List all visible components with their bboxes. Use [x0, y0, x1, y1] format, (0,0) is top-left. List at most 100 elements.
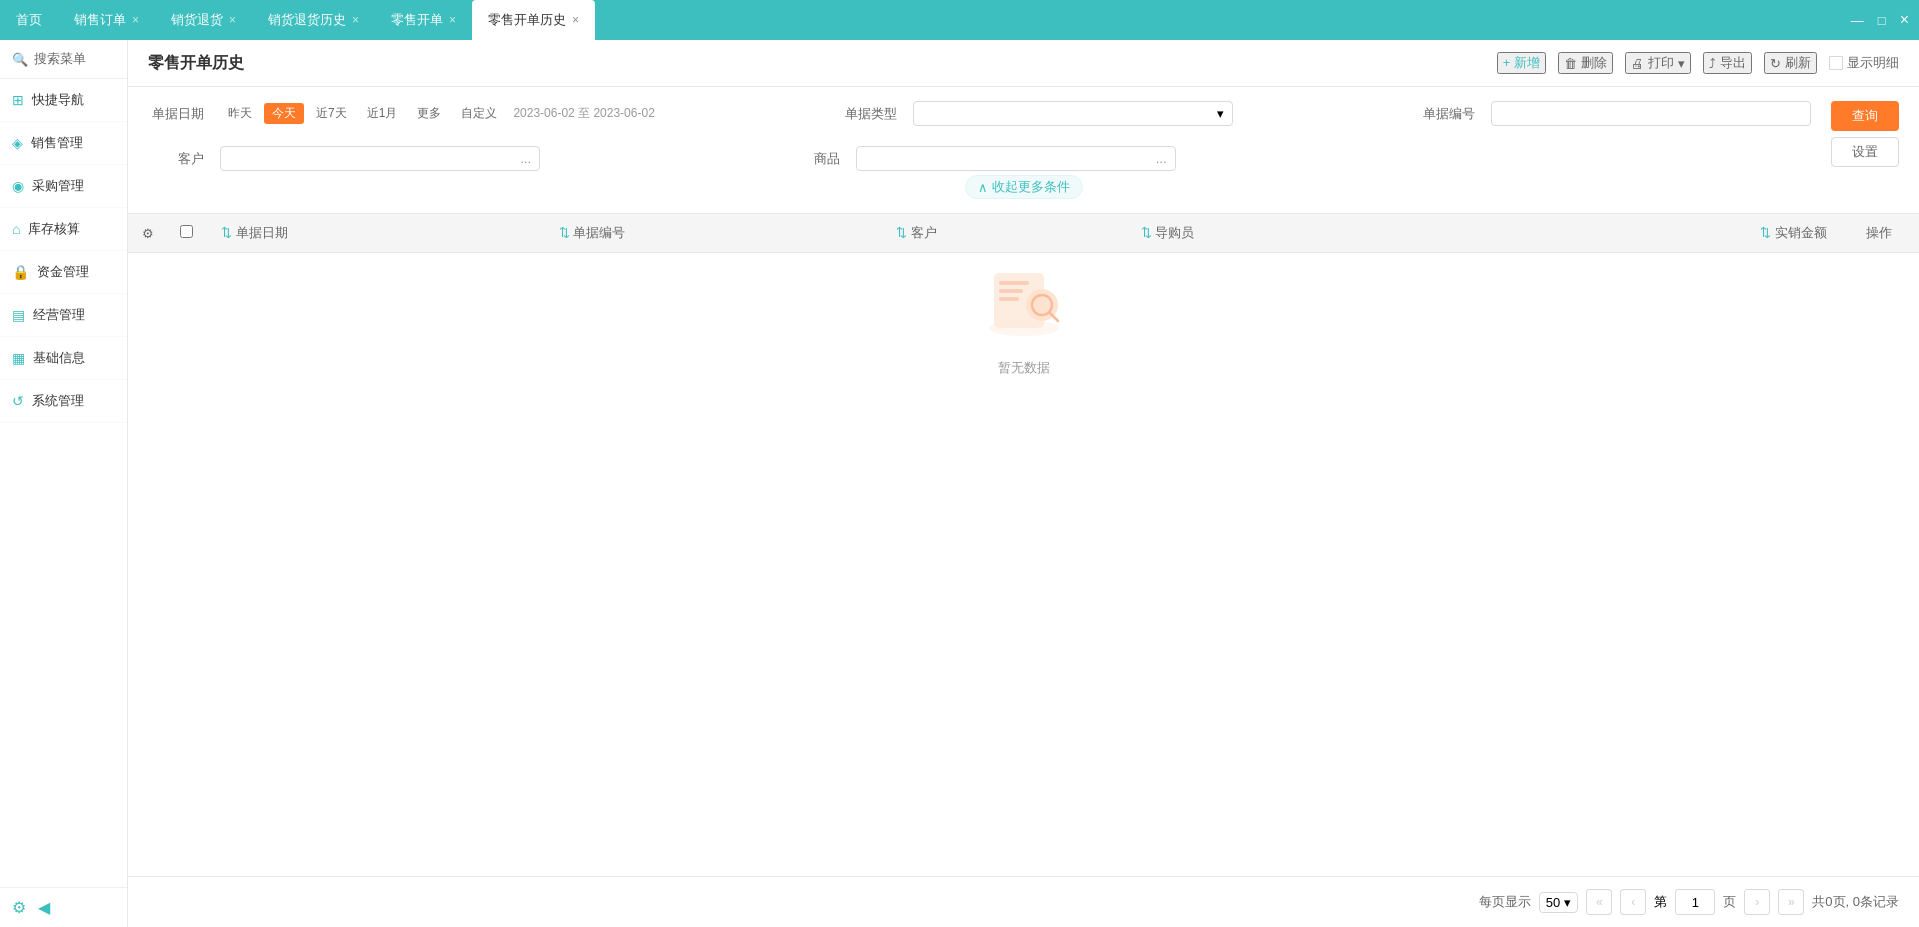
inventory-icon: ⌂: [12, 221, 20, 237]
sidebar-item-sys-mgmt[interactable]: ↺ 系统管理: [0, 380, 127, 423]
sidebar-item-inventory[interactable]: ⌂ 库存核算: [0, 208, 127, 251]
svg-rect-4: [999, 297, 1019, 301]
tab-retail-open-history[interactable]: 零售开单历史 ×: [472, 0, 595, 40]
basic-info-icon: ▦: [12, 350, 25, 366]
date-custom-btn[interactable]: 自定义: [453, 103, 505, 124]
goods-select[interactable]: ...: [856, 146, 1176, 171]
sort-amount-icon: ⇅: [1760, 225, 1771, 240]
sidebar-item-finance[interactable]: 🔒 资金管理: [0, 251, 127, 294]
tab-retail-open[interactable]: 零售开单 ×: [375, 0, 472, 40]
content-area: 零售开单历史 + 新增 🗑 🗑 删除 删除 🖨 打印 ▾ ⤴ ↑ 导: [128, 40, 1919, 927]
empty-state: 暂无数据: [128, 253, 1919, 377]
th-salesperson[interactable]: ⇅ 导购员: [1125, 214, 1416, 253]
th-spacer: [1416, 214, 1502, 253]
bill-no-label: 单据编号: [1419, 105, 1475, 123]
sys-icon: ↺: [12, 393, 24, 409]
delete-button[interactable]: 🗑 🗑 删除 删除: [1558, 52, 1613, 74]
window-controls: — □ ×: [1851, 11, 1919, 29]
select-all-checkbox[interactable]: [180, 225, 193, 238]
tab-sales-return[interactable]: 销货退货 ×: [155, 0, 252, 40]
th-no[interactable]: ⇅ 单据编号: [543, 214, 881, 253]
window-max-btn[interactable]: □: [1878, 13, 1886, 28]
export-button[interactable]: ⤴ ↑ 导出 导出: [1703, 52, 1752, 74]
quick-nav-icon: ⊞: [12, 92, 24, 108]
tab-retail-open-history-close[interactable]: ×: [572, 13, 579, 27]
page-number-input[interactable]: [1675, 889, 1715, 915]
th-amount[interactable]: ⇅ 实销金额: [1501, 214, 1839, 253]
delete-icon: 🗑: [1564, 56, 1577, 71]
tab-sales-order[interactable]: 销售订单 ×: [58, 0, 155, 40]
date-today-btn[interactable]: 今天: [264, 103, 304, 124]
refresh-button[interactable]: ↻ 刷新: [1764, 52, 1817, 74]
main-layout: 🔍 搜索菜单 ⊞ 快捷导航 ◈ 销售管理 ◉ 采购管理 ⌂ 库存核算 🔒 资金管…: [0, 40, 1919, 927]
sidebar-item-basic-info[interactable]: ▦ 基础信息: [0, 337, 127, 380]
collapse-icon: ∧: [978, 180, 988, 195]
date-range-text: 2023-06-02 至 2023-06-02: [513, 105, 654, 122]
column-settings-icon[interactable]: ⚙: [142, 226, 154, 241]
page-size-label: 每页显示: [1479, 893, 1531, 911]
display-detail-toggle[interactable]: 显示明细: [1829, 54, 1899, 72]
table-area: ⚙ ⇅ 单据日期 ⇅ 单据编号: [128, 214, 1919, 927]
tab-sales-return-history[interactable]: 销货退货历史 ×: [252, 0, 375, 40]
sidebar-search[interactable]: 🔍 搜索菜单: [0, 40, 127, 79]
tab-retail-open-close[interactable]: ×: [449, 13, 456, 27]
filter-area: 单据日期 昨天 今天 近7天 近1月 更多 自定义 2023-06-02 至 2…: [128, 87, 1919, 214]
filter-row-1: 单据日期 昨天 今天 近7天 近1月 更多 自定义 2023-06-02 至 2…: [148, 101, 1811, 126]
export-icon: ⤴: [1709, 56, 1716, 71]
prev-page-btn[interactable]: ‹: [1620, 889, 1646, 915]
table-container: ⚙ ⇅ 单据日期 ⇅ 单据编号: [128, 214, 1919, 876]
page-size-select[interactable]: 50 ▾: [1539, 892, 1578, 913]
pagination: 每页显示 50 ▾ « ‹ 第 页 › » 共0页, 0条记录: [128, 876, 1919, 927]
th-checkbox[interactable]: [168, 214, 205, 253]
sidebar-item-sales-mgmt[interactable]: ◈ 销售管理: [0, 122, 127, 165]
date-1month-btn[interactable]: 近1月: [359, 103, 406, 124]
top-tabbar: 首页 销售订单 × 销货退货 × 销货退货历史 × 零售开单 × 零售开单历史 …: [0, 0, 1919, 40]
bill-no-input[interactable]: [1491, 101, 1811, 126]
page-header: 零售开单历史 + 新增 🗑 🗑 删除 删除 🖨 打印 ▾ ⤴ ↑ 导: [128, 40, 1919, 87]
sidebar-item-purchase-mgmt[interactable]: ◉ 采购管理: [0, 165, 127, 208]
first-page-btn[interactable]: «: [1586, 889, 1612, 915]
th-settings[interactable]: ⚙: [128, 214, 168, 253]
customer-select[interactable]: ...: [220, 146, 540, 171]
bill-type-select[interactable]: ▾: [913, 101, 1233, 126]
operations-icon: ▤: [12, 307, 25, 323]
footer-gear-icon[interactable]: ⚙: [12, 898, 26, 917]
collapse-button[interactable]: ∧ 收起更多条件: [965, 175, 1083, 199]
goods-label: 商品: [784, 150, 840, 168]
next-page-btn[interactable]: ›: [1744, 889, 1770, 915]
page-size-dropdown-icon: ▾: [1564, 895, 1571, 910]
search-icon: 🔍: [12, 52, 28, 67]
sort-no-icon: ⇅: [559, 225, 570, 240]
date-yesterday-btn[interactable]: 昨天: [220, 103, 260, 124]
date-more-btn[interactable]: 更多: [409, 103, 449, 124]
tab-sales-return-history-close[interactable]: ×: [352, 13, 359, 27]
last-page-btn[interactable]: »: [1778, 889, 1804, 915]
filter-row-2: 客户 ... 商品 ...: [148, 146, 1811, 171]
customer-more-icon[interactable]: ...: [520, 151, 531, 166]
tab-home[interactable]: 首页: [0, 0, 58, 40]
sidebar-item-quick-nav[interactable]: ⊞ 快捷导航: [0, 79, 127, 122]
th-date[interactable]: ⇅ 单据日期: [205, 214, 543, 253]
query-button[interactable]: 查询: [1831, 101, 1899, 131]
display-detail-checkbox[interactable]: [1829, 56, 1843, 70]
date-7days-btn[interactable]: 近7天: [308, 103, 355, 124]
window-min-btn[interactable]: —: [1851, 13, 1864, 28]
goods-more-icon[interactable]: ...: [1156, 151, 1167, 166]
date-label: 单据日期: [148, 105, 204, 123]
sidebar-item-operations[interactable]: ▤ 经营管理: [0, 294, 127, 337]
footer-collapse-icon[interactable]: ◀: [38, 898, 50, 917]
bill-type-dropdown-icon: ▾: [1217, 106, 1224, 121]
sidebar-footer: ⚙ ◀: [0, 887, 127, 927]
print-button[interactable]: 🖨 打印 ▾: [1625, 52, 1691, 74]
tab-sales-order-close[interactable]: ×: [132, 13, 139, 27]
add-button[interactable]: + 新增: [1497, 52, 1546, 74]
empty-illustration: [974, 253, 1074, 343]
sort-date-icon: ⇅: [221, 225, 232, 240]
bill-type-label: 单据类型: [841, 105, 897, 123]
filter-settings-button[interactable]: 设置: [1831, 137, 1899, 167]
window-close-btn[interactable]: ×: [1900, 11, 1909, 29]
table-header: ⚙ ⇅ 单据日期 ⇅ 单据编号: [128, 214, 1919, 253]
th-customer[interactable]: ⇅ 客户: [880, 214, 1125, 253]
page-word: 页: [1723, 893, 1736, 911]
tab-sales-return-close[interactable]: ×: [229, 13, 236, 27]
